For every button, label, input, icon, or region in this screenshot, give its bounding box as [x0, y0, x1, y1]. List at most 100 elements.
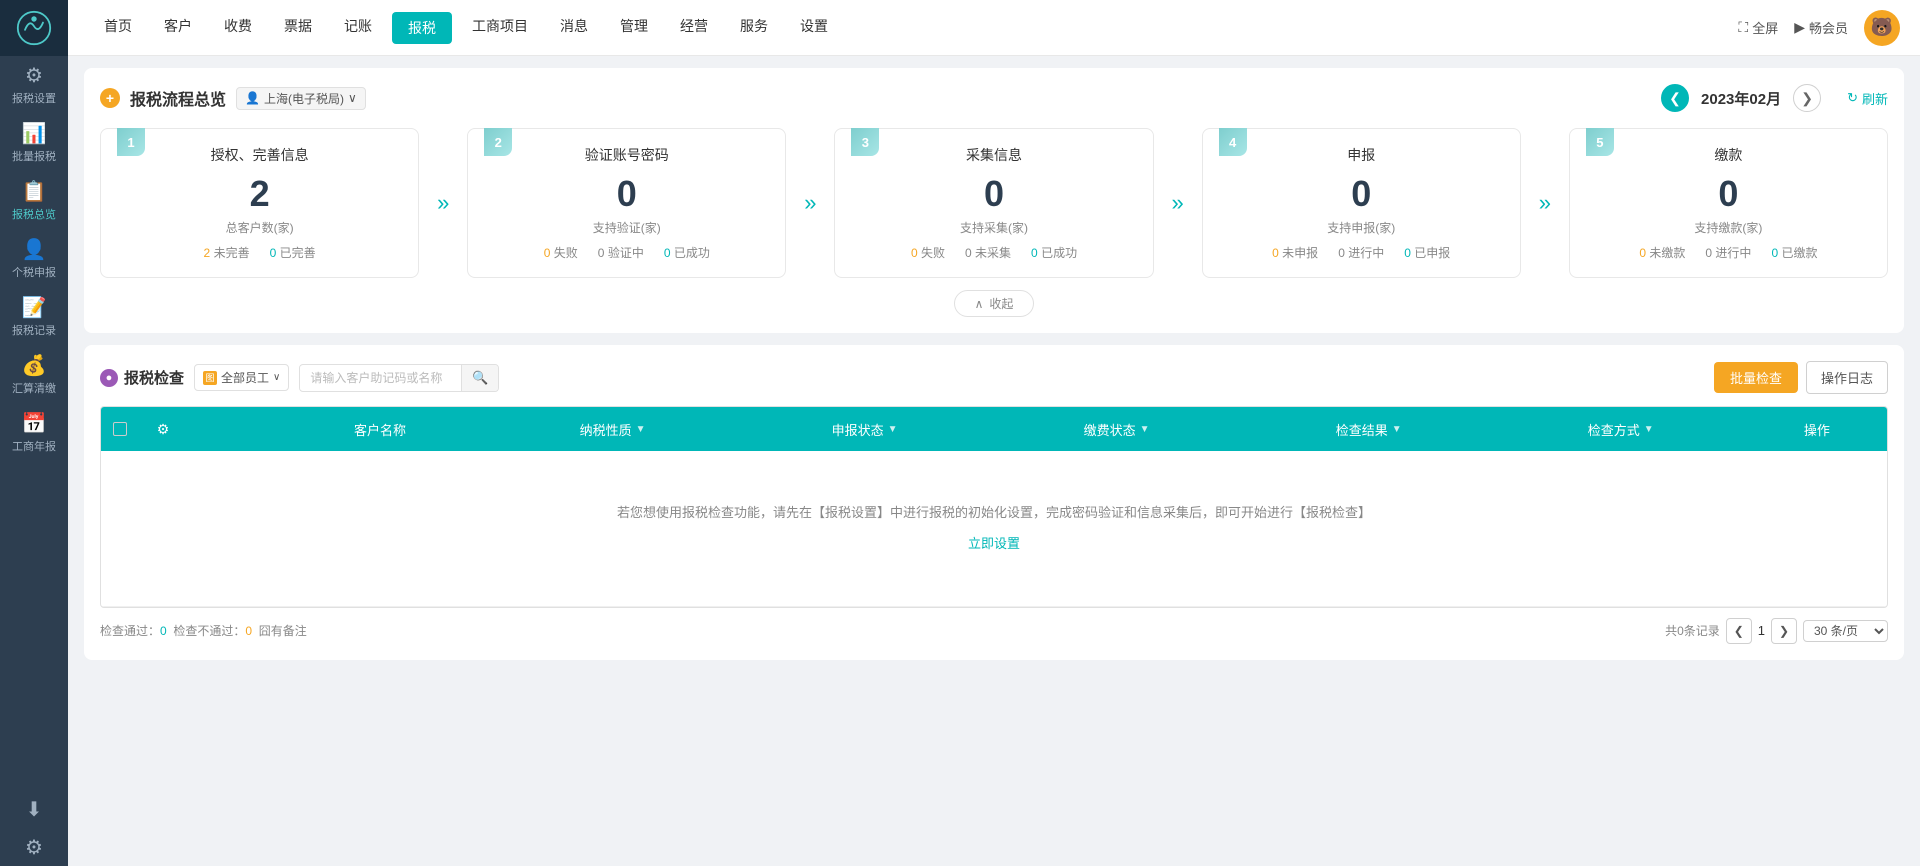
- th-gear: ⚙: [139, 407, 274, 451]
- step-2-sub: 0 失败 0 验证中 0 已成功: [484, 244, 769, 261]
- step-1-count: 2: [117, 173, 402, 215]
- settlement-icon: 💰: [22, 356, 47, 376]
- setup-link[interactable]: 立即设置: [968, 536, 1020, 551]
- flow-card-3: 3 采集信息 0 支持采集(家) 0 失败 0 未采集 0 已成功: [834, 128, 1153, 278]
- flow-card-5: 5 缴款 0 支持缴款(家) 0 未缴款 0 进行中 0 已缴款: [1569, 128, 1888, 278]
- table-empty-row: 若您想使用报税检查功能，请先在【报税设置】中进行报税的初始化设置，完成密码验证和…: [101, 451, 1887, 606]
- sidebar-item-tax-overview[interactable]: 📋 报税总览: [0, 172, 68, 230]
- vip-icon: ▶: [1794, 19, 1805, 36]
- nav-operations[interactable]: 经营: [664, 0, 724, 56]
- filter-icon-2[interactable]: ▼: [888, 424, 898, 435]
- step-2-badge: 2: [484, 128, 512, 156]
- step-5-val-2[interactable]: 0: [1771, 246, 1778, 260]
- flow-card-4: 4 申报 0 支持申报(家) 0 未申报 0 进行中 0 已申报: [1202, 128, 1521, 278]
- table-empty-cell: 若您想使用报税检查功能，请先在【报税设置】中进行报税的初始化设置，完成密码验证和…: [101, 451, 1887, 606]
- note-label: 囧有备注: [259, 622, 307, 639]
- step-2-val-0[interactable]: 0: [544, 246, 551, 260]
- nav-messages[interactable]: 消息: [544, 0, 604, 56]
- arrow-3: »: [1154, 128, 1202, 278]
- nav-settings[interactable]: 设置: [784, 0, 844, 56]
- step-5-val-1: 0: [1705, 246, 1712, 260]
- nav-home[interactable]: 首页: [88, 0, 148, 56]
- arrow-2: »: [786, 128, 834, 278]
- filter-icon-5[interactable]: ▼: [1644, 424, 1654, 435]
- sidebar-item-tax-settings[interactable]: ⚙ 报税设置: [0, 56, 68, 114]
- empty-text: 若您想使用报税检查功能，请先在【报税设置】中进行报税的初始化设置，完成密码验证和…: [133, 501, 1855, 524]
- refresh-btn[interactable]: ↻ 刷新: [1847, 89, 1888, 108]
- arrow-1: »: [419, 128, 467, 278]
- step-3-count: 0: [851, 173, 1136, 215]
- nav-management[interactable]: 管理: [604, 0, 664, 56]
- step-5-title: 缴款: [1586, 145, 1871, 165]
- location-badge[interactable]: 👤 上海(电子税局) ∨: [236, 87, 366, 110]
- sidebar-item-batch-tax[interactable]: 📊 批量报税: [0, 114, 68, 172]
- table-footer: 检查通过： 0 检查不通过： 0 囧有备注 共0条记录 ❮ 1 ❯ 30 条/页…: [100, 608, 1888, 644]
- flow-panel-title: 报税流程总览: [130, 86, 226, 110]
- step-1-val-0[interactable]: 2: [204, 246, 211, 260]
- batch-tax-icon: 📊: [22, 124, 47, 144]
- step-5-val-0[interactable]: 0: [1639, 246, 1646, 260]
- batch-check-btn[interactable]: 批量检查: [1714, 362, 1798, 393]
- step-3-val-1: 0: [965, 246, 972, 260]
- sidebar-item-annual-report[interactable]: 📅 工商年报: [0, 404, 68, 462]
- step-5-count: 0: [1586, 173, 1871, 215]
- filter-icon-3[interactable]: ▼: [1140, 424, 1150, 435]
- step-3-val-0[interactable]: 0: [911, 246, 918, 260]
- topnav-right: ⛶ 全屏 ▶ 畅会员 🐻: [1738, 10, 1900, 46]
- th-fee-status: 缴费状态 ▼: [991, 407, 1243, 451]
- sidebar-item-tax-record[interactable]: 📝 报税记录: [0, 288, 68, 346]
- nav-billing[interactable]: 收费: [208, 0, 268, 56]
- month-next-btn[interactable]: ❯: [1793, 84, 1821, 112]
- step-4-val-2[interactable]: 0: [1404, 246, 1411, 260]
- step-2-val-2[interactable]: 0: [664, 246, 671, 260]
- th-actions: 操作: [1747, 407, 1887, 451]
- sidebar-item-settlement[interactable]: 💰 汇算清缴: [0, 346, 68, 404]
- search-button[interactable]: 🔍: [461, 365, 498, 391]
- step-4-val-0[interactable]: 0: [1272, 246, 1279, 260]
- nav-tax[interactable]: 报税: [392, 12, 452, 44]
- tax-settings-icon: ⚙: [25, 66, 43, 86]
- personal-report-icon: 👤: [22, 240, 47, 260]
- flow-card-1: 1 授权、完善信息 2 总客户数(家) 2 未完善 0 已完善: [100, 128, 419, 278]
- sidebar-item-settings2[interactable]: ⚙: [0, 828, 68, 866]
- page-prev-btn[interactable]: ❮: [1726, 618, 1752, 644]
- step-3-val-2[interactable]: 0: [1031, 246, 1038, 260]
- nav-business[interactable]: 工商项目: [456, 0, 544, 56]
- fullscreen-btn[interactable]: ⛶ 全屏: [1738, 18, 1778, 37]
- search-box: 🔍: [299, 364, 499, 392]
- filter-icon-1[interactable]: ▼: [636, 424, 646, 435]
- search-input[interactable]: [300, 366, 461, 390]
- nav-service[interactable]: 服务: [724, 0, 784, 56]
- user-avatar[interactable]: 🐻: [1864, 10, 1900, 46]
- check-table: ⚙ 客户名称 纳税性质 ▼ 申报状态: [101, 407, 1887, 607]
- page-next-btn[interactable]: ❯: [1771, 618, 1797, 644]
- step-4-unit: 支持申报(家): [1219, 219, 1504, 236]
- operation-log-btn[interactable]: 操作日志: [1806, 361, 1888, 394]
- sidebar-item-personal-report[interactable]: 👤 个税申报: [0, 230, 68, 288]
- filter-icon-4[interactable]: ▼: [1392, 424, 1402, 435]
- check-title-icon: ●: [100, 369, 118, 387]
- vip-btn[interactable]: ▶ 畅会员: [1794, 18, 1848, 37]
- nav-clients[interactable]: 客户: [148, 0, 208, 56]
- step-1-val-1[interactable]: 0: [270, 246, 277, 260]
- sidebar-item-download[interactable]: ⬇: [0, 790, 68, 828]
- month-prev-btn[interactable]: ❮: [1661, 84, 1689, 112]
- tax-record-icon: 📝: [22, 298, 47, 318]
- table-gear-icon[interactable]: ⚙: [151, 417, 175, 441]
- nav-invoices[interactable]: 票据: [268, 0, 328, 56]
- step-5-badge: 5: [1586, 128, 1614, 156]
- fail-value[interactable]: 0: [245, 624, 252, 638]
- settings2-icon: ⚙: [25, 838, 43, 858]
- step-3-unit: 支持采集(家): [851, 219, 1136, 236]
- page-size-select[interactable]: 30 条/页50 条/页100 条/页: [1803, 620, 1888, 642]
- staff-select[interactable]: 图 全部员工 ∨: [194, 364, 289, 391]
- check-section: ● 报税检查 图 全部员工 ∨ 🔍 批量检查 操作日志: [84, 345, 1904, 660]
- pass-value[interactable]: 0: [160, 624, 167, 638]
- month-display: 2023年02月: [1701, 88, 1781, 109]
- header-checkbox[interactable]: [113, 422, 127, 436]
- nav-accounting[interactable]: 记账: [328, 0, 388, 56]
- collapse-btn[interactable]: ∧ 收起: [954, 290, 1035, 317]
- empty-state: 若您想使用报税检查功能，请先在【报税设置】中进行报税的初始化设置，完成密码验证和…: [113, 461, 1875, 596]
- step-5-sub: 0 未缴款 0 进行中 0 已缴款: [1586, 244, 1871, 261]
- flow-cards: 1 授权、完善信息 2 总客户数(家) 2 未完善 0 已完善 » 2 验证账号…: [100, 128, 1888, 278]
